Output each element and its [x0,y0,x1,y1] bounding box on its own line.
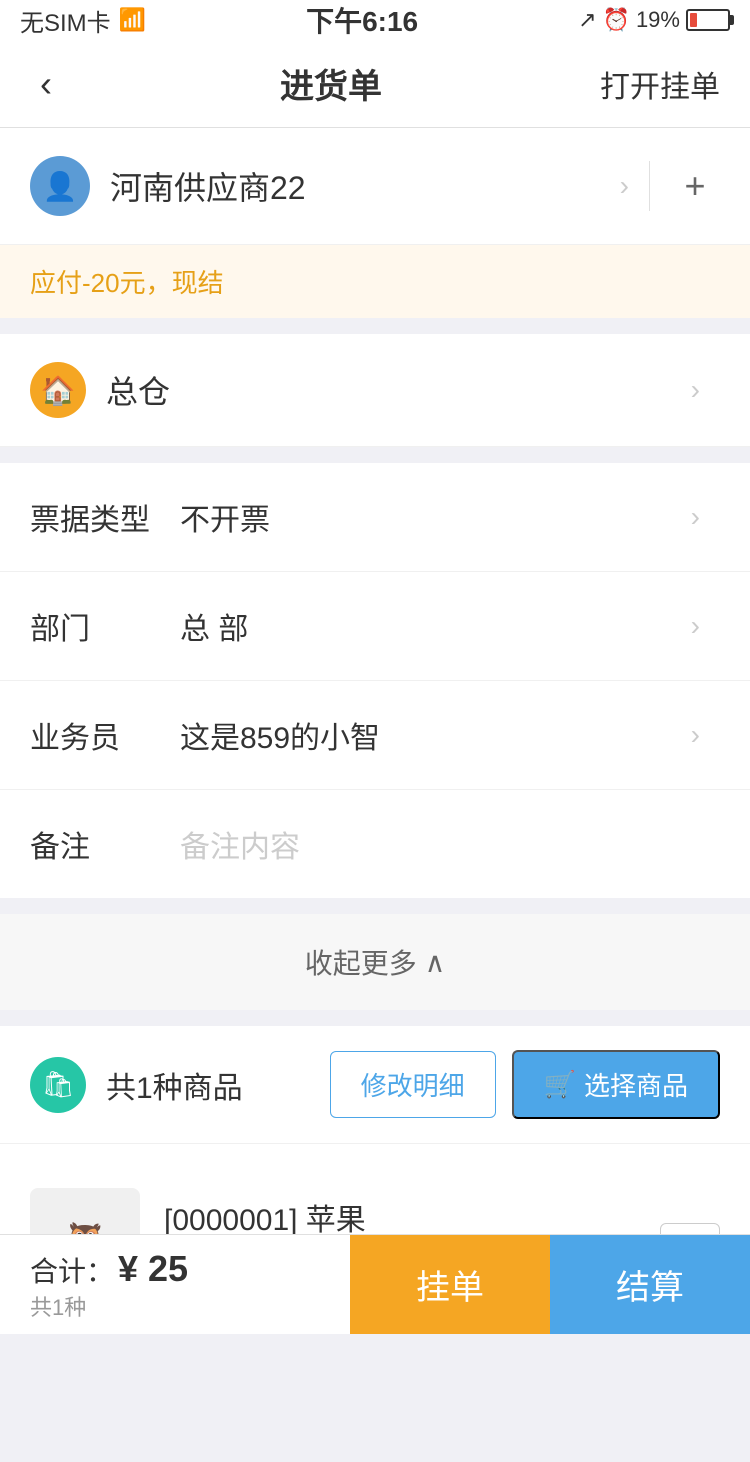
bottom-bar: 合计： ¥ 25 共1种 挂单 结算 [0,1234,750,1334]
supplier-info-banner: 应付-20元，现结 [0,245,750,318]
carrier-text: 无SIM卡 [20,3,111,38]
product-name: [0000001] 苹果 [164,1195,660,1239]
form-row-salesperson[interactable]: 业务员 这是859的小智 › [0,681,750,790]
status-bar: 无SIM卡 📶 下午6:16 ↗ ⏰ 19% [0,0,750,40]
form-row-remark[interactable]: 备注 备注内容 [0,790,750,898]
form-value-invoice: 不开票 [180,495,691,539]
location-icon: ↗ [578,7,596,33]
chevron-right-icon: › [691,610,700,642]
supplier-avatar: 👤 [30,156,90,216]
collapse-label: 收起更多 [305,942,417,982]
supplier-name: 河南供应商22 [110,163,620,209]
chevron-right-icon: › [691,501,700,533]
warehouse-section: 🏠 总仓 › [0,334,750,447]
shopping-bag-icon: 🛍 [41,1069,74,1100]
select-products-label: 选择商品 [584,1066,688,1103]
status-carrier: 无SIM卡 📶 [20,3,146,38]
form-row-dept[interactable]: 部门 总 部 › [0,572,750,681]
chevron-right-icon: › [620,170,629,202]
product-code: [0000001] [164,1204,306,1237]
supplier-row[interactable]: 👤 河南供应商22 › + [0,128,750,245]
products-header: 🛍 共1种商品 修改明细 🛒 选择商品 [0,1026,750,1144]
nav-bar: ‹ 进货单 打开挂单 [0,40,750,128]
back-button[interactable]: ‹ [30,53,62,115]
form-value-dept: 总 部 [180,604,691,648]
products-icon: 🛍 [30,1057,86,1113]
alarm-icon: ⏰ [603,7,630,33]
chevron-right-icon: › [691,719,700,751]
cart-icon: 🛒 [544,1069,576,1100]
wifi-icon: 📶 [119,7,146,33]
form-placeholder-remark: 备注内容 [180,822,720,866]
collapse-button[interactable]: 收起更多 ∧ [0,914,750,1010]
form-key-remark: 备注 [30,822,150,866]
product-count-text: 共1种商品 [106,1063,330,1107]
bottom-total: 合计： ¥ 25 共1种 [0,1235,350,1334]
status-time: 下午6:16 [306,0,418,40]
form-row-invoice[interactable]: 票据类型 不开票 › [0,463,750,572]
battery-percentage: 19% [636,7,680,33]
collapse-icon: ∧ [425,946,446,979]
warehouse-row[interactable]: 🏠 总仓 › [0,334,750,447]
edit-details-button[interactable]: 修改明细 [330,1051,496,1118]
warehouse-name: 总仓 [106,367,691,413]
battery-icon [686,9,730,31]
page-title: 进货单 [280,59,382,108]
status-right: ↗ ⏰ 19% [578,7,730,33]
form-key-dept: 部门 [30,604,150,648]
select-products-button[interactable]: 🛒 选择商品 [512,1050,720,1119]
supplier-section: 👤 河南供应商22 › + 应付-20元，现结 [0,128,750,318]
avatar-icon: 👤 [43,170,78,203]
total-count: 共1种 [30,1290,320,1322]
total-amount: ¥ 25 [118,1248,188,1290]
warehouse-icon: 🏠 [30,362,86,418]
form-section: 票据类型 不开票 › 部门 总 部 › 业务员 这是859的小智 › 备注 备注… [0,463,750,898]
checkout-button[interactable]: 结算 [550,1235,750,1334]
total-label: 合计： [30,1250,114,1290]
open-hang-button[interactable]: 打开挂单 [600,62,720,106]
form-value-salesperson: 这是859的小智 [180,713,691,757]
form-key-invoice: 票据类型 [30,495,150,539]
divider [649,161,650,211]
chevron-right-icon: › [691,374,700,406]
bottom-spacer [0,1342,750,1462]
add-button[interactable]: + [670,161,720,211]
form-key-salesperson: 业务员 [30,713,150,757]
battery-fill [690,13,697,27]
hang-button[interactable]: 挂单 [350,1235,550,1334]
